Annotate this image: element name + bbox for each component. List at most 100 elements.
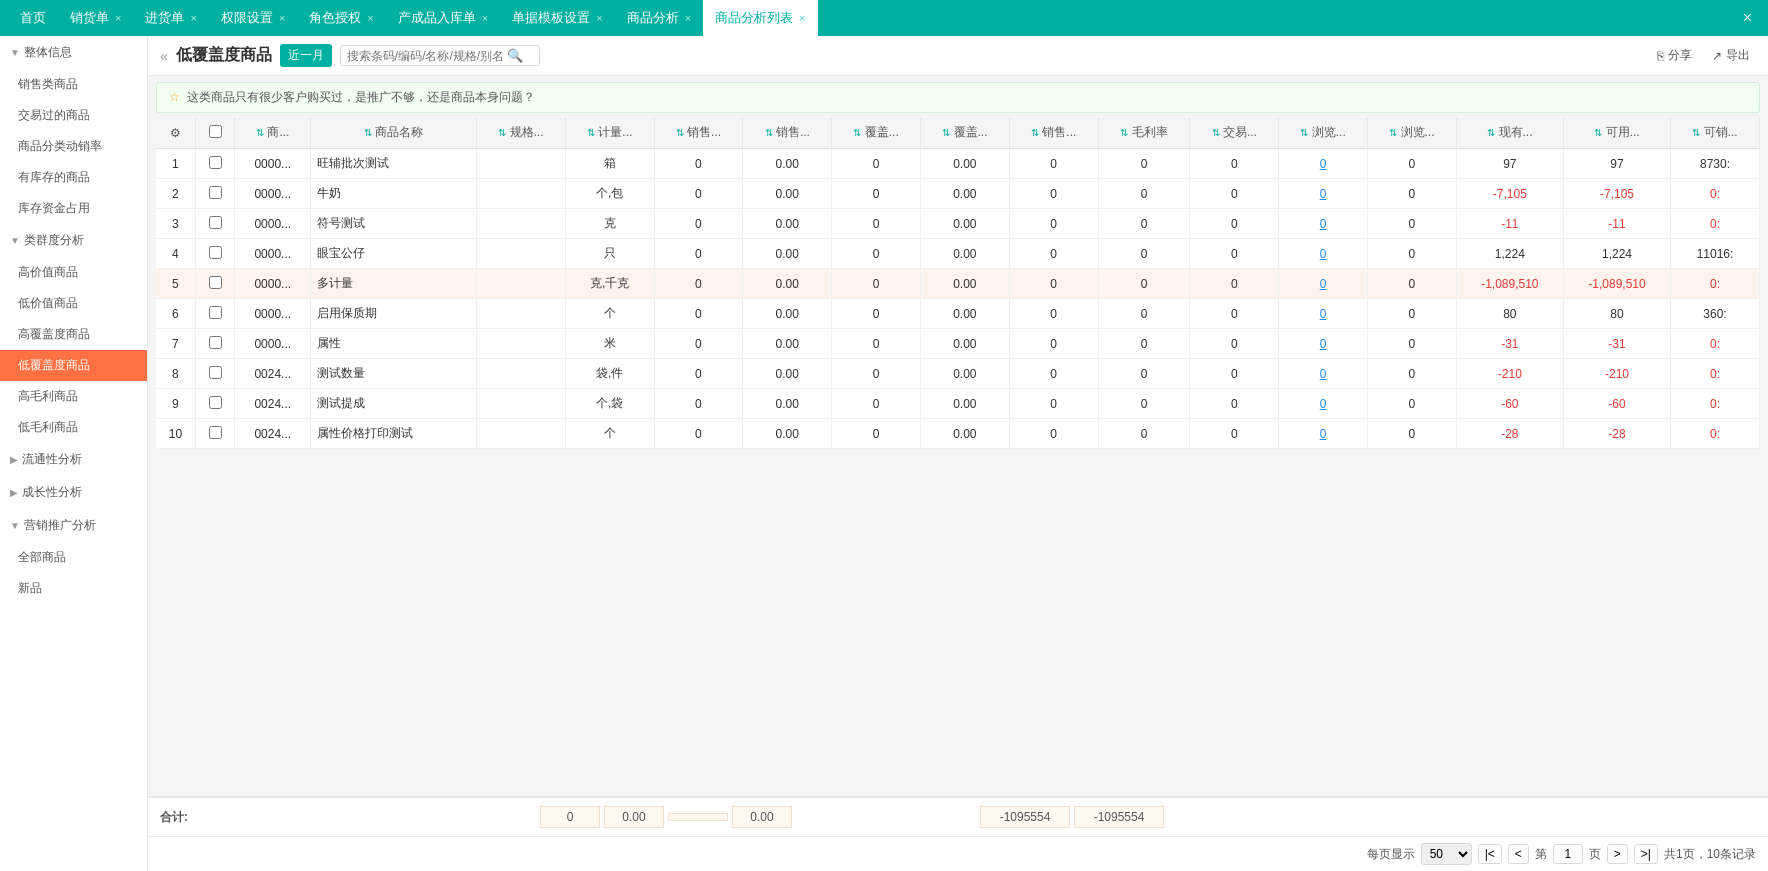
row-select-checkbox[interactable]: [209, 306, 222, 319]
next-page-button[interactable]: >: [1607, 844, 1628, 864]
sidebar-section-flow[interactable]: ▶ 流通性分析: [0, 443, 147, 476]
col-sales3[interactable]: ⇅ 销售...: [1009, 117, 1098, 149]
row-view1[interactable]: 0: [1279, 269, 1368, 299]
col-spec[interactable]: ⇅ 规格...: [476, 117, 565, 149]
row-select-checkbox[interactable]: [209, 276, 222, 289]
col-margin[interactable]: ⇅ 毛利率: [1098, 117, 1190, 149]
sidebar-item-high-coverage[interactable]: 高覆盖度商品: [0, 319, 147, 350]
sidebar-item-low-coverage[interactable]: 低覆盖度商品: [0, 350, 147, 381]
first-page-button[interactable]: |<: [1478, 844, 1502, 864]
sidebar-section-growth[interactable]: ▶ 成长性分析: [0, 476, 147, 509]
col-view2[interactable]: ⇅ 浏览...: [1367, 117, 1456, 149]
row-view1[interactable]: 0: [1279, 419, 1368, 449]
nav-purchase[interactable]: 进货单 ×: [133, 0, 208, 36]
row-view1[interactable]: 0: [1279, 329, 1368, 359]
col-cover2[interactable]: ⇅ 覆盖...: [920, 117, 1009, 149]
row-view1[interactable]: 0: [1279, 389, 1368, 419]
col-settings[interactable]: ⚙: [156, 117, 195, 149]
nav-role-close[interactable]: ×: [367, 12, 373, 24]
sidebar-item-traded-goods[interactable]: 交易过的商品: [0, 100, 147, 131]
sidebar-item-sales-goods[interactable]: 销售类商品: [0, 69, 147, 100]
col-name[interactable]: ⇅ 商品名称: [311, 117, 477, 149]
sidebar-item-all-goods[interactable]: 全部商品: [0, 542, 147, 573]
sidebar-item-low-value[interactable]: 低价值商品: [0, 288, 147, 319]
sidebar-item-category-activity[interactable]: 商品分类动销率: [0, 131, 147, 162]
sidebar-section-marketing[interactable]: ▼ 营销推广分析: [0, 509, 147, 542]
col-unit[interactable]: ⇅ 计量...: [565, 117, 654, 149]
row-view1[interactable]: 0: [1279, 239, 1368, 269]
col-stock1[interactable]: ⇅ 现有...: [1456, 117, 1563, 149]
row-checkbox[interactable]: [195, 329, 235, 359]
row-select-checkbox[interactable]: [209, 426, 222, 439]
row-select-checkbox[interactable]: [209, 396, 222, 409]
row-view1[interactable]: 0: [1279, 299, 1368, 329]
row-checkbox[interactable]: [195, 179, 235, 209]
nav-analysis-close[interactable]: ×: [685, 12, 691, 24]
nav-permission[interactable]: 权限设置 ×: [209, 0, 297, 36]
row-select-checkbox[interactable]: [209, 336, 222, 349]
sidebar-collapse-button[interactable]: «: [160, 48, 168, 64]
sidebar-item-stock-capital[interactable]: 库存资金占用: [0, 193, 147, 224]
sidebar-item-high-value[interactable]: 高价值商品: [0, 257, 147, 288]
col-trans[interactable]: ⇅ 交易...: [1190, 117, 1279, 149]
row-view1[interactable]: 0: [1279, 209, 1368, 239]
nav-template[interactable]: 单据模板设置 ×: [500, 0, 614, 36]
row-checkbox[interactable]: [195, 149, 235, 179]
nav-template-close[interactable]: ×: [596, 12, 602, 24]
col-checkbox[interactable]: [195, 117, 235, 149]
col-sales-qty[interactable]: ⇅ 销售...: [654, 117, 743, 149]
row-checkbox[interactable]: [195, 389, 235, 419]
nav-permission-close[interactable]: ×: [279, 12, 285, 24]
select-all-checkbox[interactable]: [209, 125, 222, 138]
export-button[interactable]: ↗ 导出: [1706, 44, 1756, 67]
nav-role[interactable]: 角色授权 ×: [297, 0, 385, 36]
table-container[interactable]: ⚙ ⇅ 商... ⇅ 商品名称 ⇅ 规格... ⇅ 计量... ⇅ 销售... …: [156, 117, 1760, 796]
sidebar-section-cluster[interactable]: ▼ 类群度分析: [0, 224, 147, 257]
nav-sales-close[interactable]: ×: [115, 12, 121, 24]
nav-sales[interactable]: 销货单 ×: [58, 0, 133, 36]
col-stock3[interactable]: ⇅ 可销...: [1671, 117, 1760, 149]
row-view1[interactable]: 0: [1279, 179, 1368, 209]
col-view1[interactable]: ⇅ 浏览...: [1279, 117, 1368, 149]
period-button[interactable]: 近一月: [280, 44, 332, 67]
row-select-checkbox[interactable]: [209, 246, 222, 259]
page-input[interactable]: [1553, 844, 1583, 864]
last-page-button[interactable]: >|: [1634, 844, 1658, 864]
col-cover1[interactable]: ⇅ 覆盖...: [832, 117, 921, 149]
row-checkbox[interactable]: [195, 359, 235, 389]
per-page-select[interactable]: 50 20 100 200: [1421, 843, 1472, 865]
row-select-checkbox[interactable]: [209, 186, 222, 199]
col-stock2[interactable]: ⇅ 可用...: [1563, 117, 1670, 149]
sidebar-item-stocked-goods[interactable]: 有库存的商品: [0, 162, 147, 193]
sidebar-item-new-goods[interactable]: 新品: [0, 573, 147, 604]
row-select-checkbox[interactable]: [209, 366, 222, 379]
prev-page-button[interactable]: <: [1508, 844, 1529, 864]
nav-product-in[interactable]: 产成品入库单 ×: [386, 0, 500, 36]
nav-purchase-close[interactable]: ×: [190, 12, 196, 24]
row-view1[interactable]: 0: [1279, 149, 1368, 179]
window-close-button[interactable]: ×: [1735, 9, 1760, 27]
row-view1[interactable]: 0: [1279, 359, 1368, 389]
sidebar-item-low-margin[interactable]: 低毛利商品: [0, 412, 147, 443]
nav-analysis-list[interactable]: 商品分析列表 ×: [703, 0, 817, 36]
nav-product-in-close[interactable]: ×: [482, 12, 488, 24]
row-checkbox[interactable]: [195, 209, 235, 239]
sidebar-section-overview[interactable]: ▼ 整体信息: [0, 36, 147, 69]
col-code[interactable]: ⇅ 商...: [235, 117, 311, 149]
row-checkbox[interactable]: [195, 239, 235, 269]
row-checkbox[interactable]: [195, 419, 235, 449]
search-icon[interactable]: 🔍: [507, 48, 523, 63]
share-button[interactable]: ⎘ 分享: [1651, 44, 1698, 67]
row-select-checkbox[interactable]: [209, 216, 222, 229]
row-select-checkbox[interactable]: [209, 156, 222, 169]
sidebar-item-high-margin[interactable]: 高毛利商品: [0, 381, 147, 412]
nav-analysis-list-close[interactable]: ×: [799, 12, 805, 24]
row-checkbox[interactable]: [195, 299, 235, 329]
nav-analysis[interactable]: 商品分析 ×: [615, 0, 703, 36]
nav-home[interactable]: 首页: [8, 0, 58, 36]
row-sales3: 0: [1009, 149, 1098, 179]
row-checkbox[interactable]: [195, 269, 235, 299]
search-input[interactable]: [347, 49, 507, 63]
col-sales-amt[interactable]: ⇅ 销售...: [743, 117, 832, 149]
row-sales-amt: 0.00: [743, 239, 832, 269]
